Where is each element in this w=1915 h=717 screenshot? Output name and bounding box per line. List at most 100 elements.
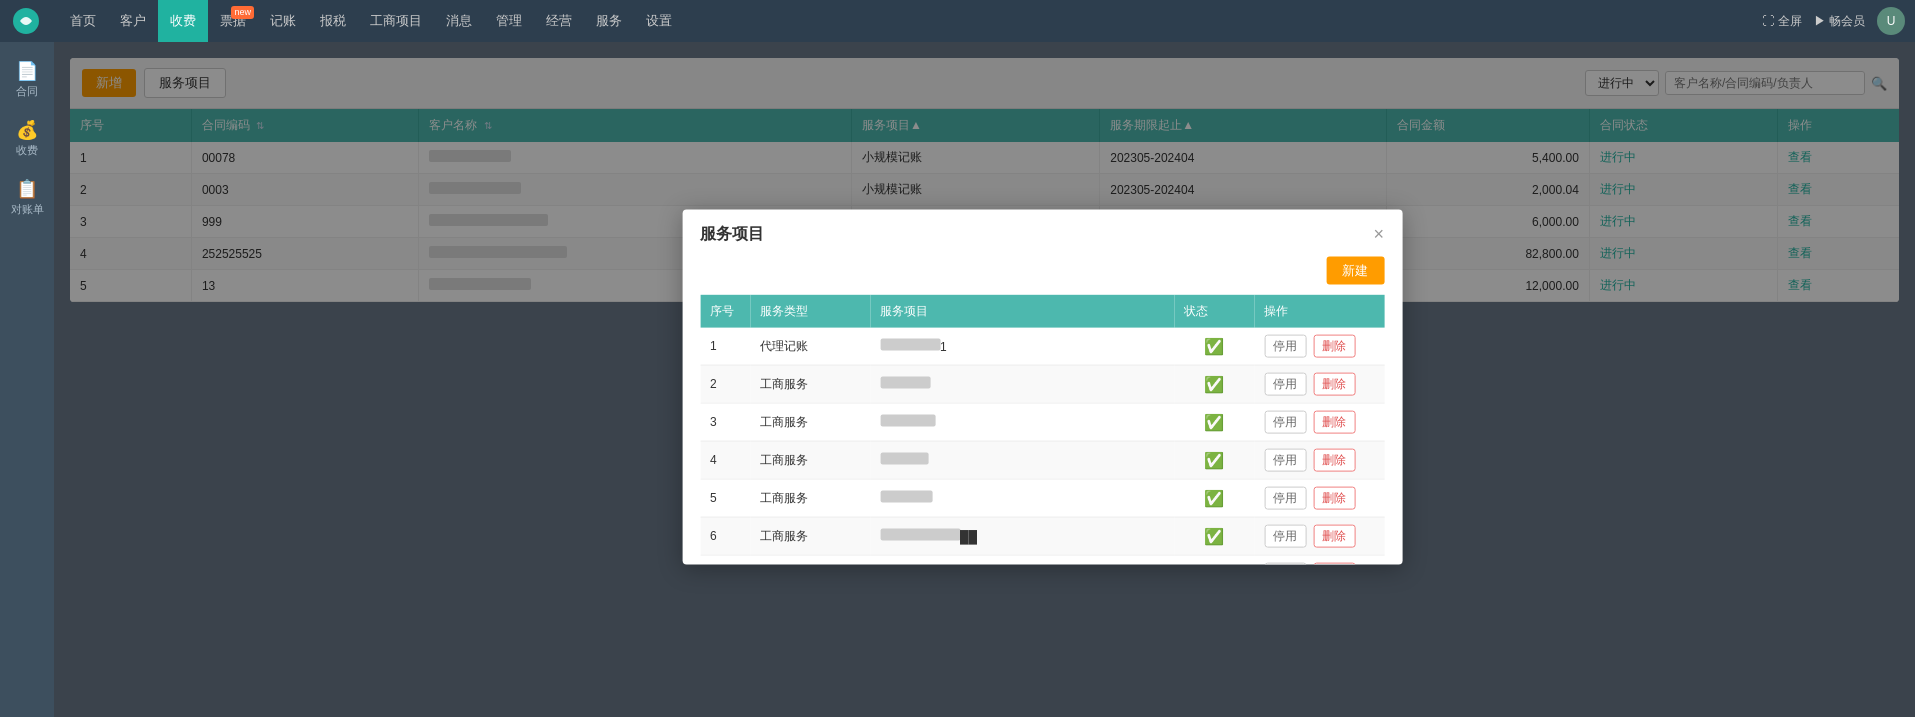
modal-cell-seq: 5 [700, 479, 750, 517]
new-badge: new [231, 6, 254, 19]
nav-item-service[interactable]: 服务 [584, 0, 634, 42]
modal-cell-status: ✅ [1174, 479, 1254, 517]
contract-icon: 📄 [16, 60, 38, 82]
modal-cell-item [870, 479, 1174, 517]
modal-table-row: 2 工商服务 ✅ 停用 删除 [700, 365, 1384, 403]
modal-cell-action: 停用 删除 [1254, 555, 1384, 565]
nav-item-tax[interactable]: 报税 [308, 0, 358, 42]
nav-item-accounting[interactable]: 记账 [258, 0, 308, 42]
stop-button[interactable]: 停用 [1264, 372, 1306, 395]
status-check-icon: ✅ [1204, 375, 1224, 392]
modal-cell-item: ██ [870, 517, 1174, 555]
sidebar-item-contract[interactable]: 📄 合同 [2, 52, 52, 107]
delete-button[interactable]: 删除 [1313, 334, 1355, 357]
modal-cell-type: 工商服务 [750, 479, 870, 517]
statement-icon: 📋 [16, 178, 38, 200]
modal-cell-seq: 1 [700, 327, 750, 365]
modal-col-item: 服务项目 [870, 294, 1174, 327]
fee-icon: 💰 [16, 119, 38, 141]
status-check-icon: ✅ [1204, 413, 1224, 430]
modal-table-row: 1 代理记账 1 ✅ 停用 删除 [700, 327, 1384, 365]
sidebar-item-fee[interactable]: 💰 收费 [2, 111, 52, 166]
modal-cell-type: 代理记账 [750, 327, 870, 365]
app-logo[interactable] [10, 5, 42, 37]
modal-close-button[interactable]: × [1374, 225, 1385, 243]
modal-table-row: 7 工商服务 ✅ 停用 删除 [700, 555, 1384, 565]
nav-item-ops[interactable]: 经营 [534, 0, 584, 42]
nav-item-settings[interactable]: 设置 [634, 0, 684, 42]
modal-cell-status: ✅ [1174, 365, 1254, 403]
modal-new-button[interactable]: 新建 [1326, 256, 1384, 284]
modal-cell-item: 1 [870, 327, 1174, 365]
modal-header: 服务项目 × [682, 209, 1402, 252]
delete-button[interactable]: 删除 [1313, 410, 1355, 433]
nav-item-fee[interactable]: 收费 [158, 0, 208, 42]
modal-cell-seq: 3 [700, 403, 750, 441]
modal-cell-status: ✅ [1174, 327, 1254, 365]
stop-button[interactable]: 停用 [1264, 524, 1306, 547]
avatar[interactable]: U [1877, 7, 1905, 35]
modal-cell-action: 停用 删除 [1254, 327, 1384, 365]
nav-right: ⛶ 全屏 ▶ 畅会员 U [1762, 7, 1905, 35]
stop-button[interactable]: 停用 [1264, 410, 1306, 433]
stop-button[interactable]: 停用 [1264, 486, 1306, 509]
modal-cell-item [870, 403, 1174, 441]
stop-button[interactable]: 停用 [1264, 448, 1306, 471]
nav-item-client[interactable]: 客户 [108, 0, 158, 42]
modal-cell-type: 工商服务 [750, 365, 870, 403]
nav-item-home[interactable]: 首页 [58, 0, 108, 42]
modal-cell-action: 停用 删除 [1254, 365, 1384, 403]
delete-button[interactable]: 删除 [1313, 562, 1355, 564]
modal-col-status: 状态 [1174, 294, 1254, 327]
delete-button[interactable]: 删除 [1313, 448, 1355, 471]
modal-cell-item [870, 365, 1174, 403]
modal-cell-seq: 4 [700, 441, 750, 479]
status-check-icon: ✅ [1204, 451, 1224, 468]
sidebar-item-fee-label: 收费 [16, 143, 38, 158]
modal-cell-status: ✅ [1174, 555, 1254, 565]
service-modal: 服务项目 × 新建 序号 服务类型 服务项目 状态 操作 [682, 209, 1402, 564]
content-area: 新增 服务项目 进行中 全部 已终止 🔍 序号 合同编码 ⇅ [54, 42, 1915, 717]
modal-cell-type: 工商服务 [750, 555, 870, 565]
sidebar-item-contract-label: 合同 [16, 84, 38, 99]
modal-cell-type: 工商服务 [750, 517, 870, 555]
stop-button[interactable]: 停用 [1264, 334, 1306, 357]
modal-col-action: 操作 [1254, 294, 1384, 327]
modal-title: 服务项目 [700, 223, 764, 244]
modal-cell-type: 工商服务 [750, 441, 870, 479]
modal-table-row: 3 工商服务 ✅ 停用 删除 [700, 403, 1384, 441]
top-nav: 首页 客户 收费 票据 new 记账 报税 工商项目 消息 管理 经营 服务 设… [0, 0, 1915, 42]
stop-button[interactable]: 停用 [1264, 562, 1306, 564]
status-check-icon: ✅ [1204, 489, 1224, 506]
modal-cell-type: 工商服务 [750, 403, 870, 441]
nav-item-mgmt[interactable]: 管理 [484, 0, 534, 42]
modal-cell-action: 停用 删除 [1254, 403, 1384, 441]
modal-cell-seq: 6 [700, 517, 750, 555]
delete-button[interactable]: 删除 [1313, 524, 1355, 547]
delete-button[interactable]: 删除 [1313, 486, 1355, 509]
modal-table-row: 6 工商服务 ██ ✅ 停用 删除 [700, 517, 1384, 555]
delete-button[interactable]: 删除 [1313, 372, 1355, 395]
member-btn[interactable]: ▶ 畅会员 [1814, 13, 1865, 30]
status-check-icon: ✅ [1204, 337, 1224, 354]
modal-cell-seq: 7 [700, 555, 750, 565]
fullscreen-btn[interactable]: ⛶ 全屏 [1762, 13, 1801, 30]
nav-item-msg[interactable]: 消息 [434, 0, 484, 42]
sidebar-item-statement-label: 对账单 [11, 202, 44, 217]
modal-table-row: 4 工商服务 ✅ 停用 删除 [700, 441, 1384, 479]
nav-item-biz[interactable]: 工商项目 [358, 0, 434, 42]
service-table: 序号 服务类型 服务项目 状态 操作 1 代理记账 1 ✅ 停用 删除 2 [700, 294, 1384, 564]
modal-cell-action: 停用 删除 [1254, 441, 1384, 479]
modal-cell-status: ✅ [1174, 517, 1254, 555]
modal-table-row: 5 工商服务 ✅ 停用 删除 [700, 479, 1384, 517]
sidebar: 📄 合同 💰 收费 📋 对账单 [0, 42, 54, 717]
modal-col-seq: 序号 [700, 294, 750, 327]
nav-item-invoice[interactable]: 票据 new [208, 0, 258, 42]
main-layout: 📄 合同 💰 收费 📋 对账单 新增 服务项目 进行中 全部 已终止 [0, 42, 1915, 717]
modal-cell-status: ✅ [1174, 403, 1254, 441]
modal-cell-status: ✅ [1174, 441, 1254, 479]
modal-cell-action: 停用 删除 [1254, 517, 1384, 555]
modal-cell-item [870, 441, 1174, 479]
status-check-icon: ✅ [1204, 527, 1224, 544]
sidebar-item-statement[interactable]: 📋 对账单 [2, 170, 52, 225]
